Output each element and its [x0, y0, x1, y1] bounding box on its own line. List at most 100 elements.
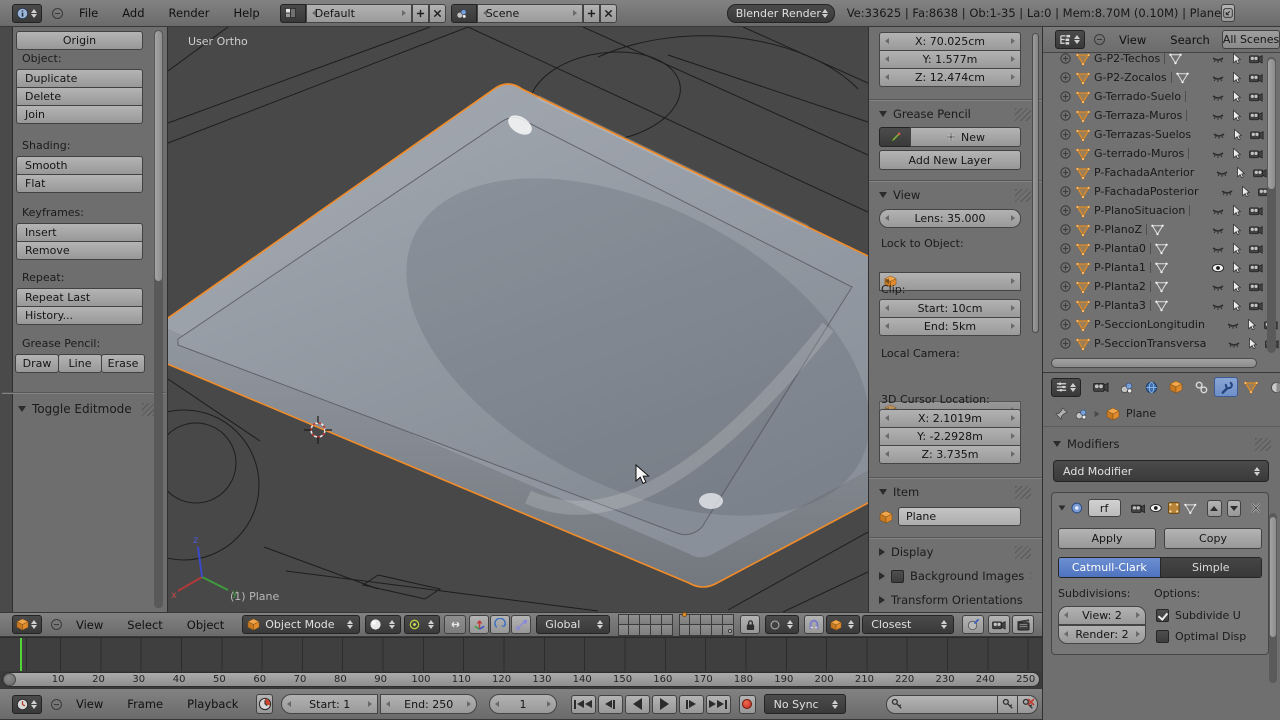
- mode-dropdown[interactable]: Object Mode: [242, 615, 361, 634]
- timeline-track[interactable]: [0, 637, 1042, 671]
- visibility-eye-closed-icon[interactable]: [1211, 299, 1225, 313]
- panel-grip[interactable]: [1015, 545, 1031, 559]
- frame-start-field[interactable]: Start: 1: [281, 694, 379, 714]
- menu-item[interactable]: Playback: [175, 697, 250, 711]
- modifier-cage-toggle-icon[interactable]: [1184, 502, 1197, 515]
- collapse-menus-toggle[interactable]: [51, 619, 62, 630]
- delete-keyframe-button[interactable]: [1017, 694, 1038, 714]
- outliner-row[interactable]: G-Terrado-Suelo: [1043, 87, 1267, 106]
- visibility-eye-closed-icon[interactable]: [1215, 166, 1229, 180]
- tool-button[interactable]: Insert: [16, 223, 143, 242]
- catmull-clark-option[interactable]: Catmull-Clark: [1059, 558, 1160, 577]
- collapse-menus-toggle[interactable]: [52, 7, 63, 19]
- origin-button[interactable]: Origin: [16, 31, 143, 50]
- delete-scene-button[interactable]: [599, 3, 617, 23]
- expand-icon[interactable]: [1059, 147, 1072, 160]
- subdivide-uvs-checkbox[interactable]: [1156, 609, 1169, 622]
- object-name[interactable]: G-P2-Zocalos: [1094, 71, 1167, 84]
- cursor-field[interactable]: X: 2.1019m: [879, 409, 1021, 428]
- menu-item[interactable]: Help: [221, 6, 271, 20]
- menu-item[interactable]: Render: [157, 6, 222, 20]
- panel-grip[interactable]: [1015, 107, 1031, 121]
- expand-icon[interactable]: [1059, 261, 1072, 274]
- selectability-arrow-icon[interactable]: [1231, 299, 1243, 312]
- selectability-arrow-icon[interactable]: [1231, 71, 1243, 84]
- tab-material[interactable]: [1264, 377, 1280, 397]
- selectability-arrow-icon[interactable]: [1231, 109, 1243, 122]
- scene-icon-button[interactable]: [450, 3, 477, 23]
- transform-field[interactable]: Z: 12.474cm: [879, 68, 1021, 87]
- renderability-camera-icon[interactable]: [1249, 72, 1263, 84]
- selectability-arrow-icon[interactable]: [1231, 242, 1243, 255]
- expand-icon[interactable]: [1059, 242, 1072, 255]
- visibility-eye-closed-icon[interactable]: [1212, 128, 1226, 142]
- frame-end-field[interactable]: End: 250: [380, 694, 478, 714]
- expand-icon[interactable]: [1059, 280, 1072, 293]
- pivot-point-dropdown[interactable]: [404, 615, 441, 634]
- object-name[interactable]: P-PlanoZ: [1094, 223, 1142, 236]
- tool-shelf-scrollbar[interactable]: [154, 30, 163, 608]
- grease-new-button[interactable]: New: [910, 127, 1021, 147]
- translate-manipulator-button[interactable]: [469, 615, 490, 634]
- transform-field[interactable]: X: 70.025cm: [879, 32, 1021, 51]
- optimal-display-checkbox[interactable]: [1156, 630, 1169, 643]
- modifier-editmode-toggle-icon[interactable]: [1167, 501, 1181, 515]
- panel-grip[interactable]: [1030, 569, 1031, 583]
- object-name[interactable]: P-Planta0: [1094, 242, 1146, 255]
- render-subdivisions-field[interactable]: Render: 2: [1058, 625, 1146, 644]
- renderability-camera-icon[interactable]: [1250, 129, 1264, 141]
- sync-mode-dropdown[interactable]: No Sync: [763, 694, 846, 714]
- selectability-arrow-icon[interactable]: [1231, 90, 1243, 103]
- renderability-camera-icon[interactable]: [1249, 262, 1263, 274]
- visibility-eye-closed-icon[interactable]: [1211, 204, 1225, 218]
- outliner-row[interactable]: G-terrado-Muros: [1043, 144, 1267, 163]
- preview-range-toggle[interactable]: [256, 694, 274, 714]
- snap-toggle-button[interactable]: [804, 615, 825, 634]
- properties-vscrollbar[interactable]: [1269, 513, 1277, 683]
- scrollbar-thumb[interactable]: [1268, 59, 1275, 189]
- visibility-eye-closed-icon[interactable]: [1211, 52, 1225, 66]
- screen-name-field[interactable]: Default: [305, 3, 412, 23]
- keying-set-field[interactable]: [886, 694, 998, 714]
- object-name[interactable]: G-P2-Techos: [1094, 52, 1160, 65]
- renderability-camera-icon[interactable]: [1249, 243, 1263, 255]
- tab-object-data[interactable]: [1239, 377, 1263, 397]
- prev-keyframe-button[interactable]: [597, 694, 623, 714]
- selectability-arrow-icon[interactable]: [1235, 166, 1247, 179]
- modifiers-panel-header[interactable]: Modifiers: [1053, 437, 1271, 451]
- plane-object[interactable]: [168, 83, 868, 588]
- insert-keyframe-button[interactable]: [997, 694, 1018, 714]
- tool-button[interactable]: Smooth: [16, 156, 143, 175]
- next-keyframe-button[interactable]: [678, 694, 704, 714]
- renderability-camera-icon[interactable]: [1249, 110, 1263, 122]
- scrollbar-thumb[interactable]: [1270, 517, 1276, 637]
- tool-button[interactable]: Remove: [16, 241, 143, 260]
- object-name[interactable]: P-Planta2: [1094, 280, 1146, 293]
- object-name[interactable]: P-Planta1: [1094, 261, 1146, 274]
- layer-block-2[interactable]: [679, 611, 735, 636]
- grease-pencil-panel-header[interactable]: Grease Pencil: [879, 107, 1031, 121]
- apply-button[interactable]: Apply: [1058, 528, 1156, 549]
- expand-icon[interactable]: [1059, 71, 1072, 84]
- object-name-field[interactable]: Plane: [898, 507, 1021, 526]
- menu-item[interactable]: Frame: [115, 697, 175, 711]
- menu-item[interactable]: Object: [175, 618, 236, 632]
- panel-grip[interactable]: [1255, 437, 1271, 451]
- opengl-render-button[interactable]: [962, 615, 985, 634]
- visibility-eye-closed-icon[interactable]: [1211, 90, 1225, 104]
- visibility-eye-closed-icon[interactable]: [1211, 242, 1225, 256]
- play-reverse-button[interactable]: [624, 694, 650, 714]
- object-name[interactable]: P-SeccionLongitudin: [1094, 318, 1205, 331]
- tool-button[interactable]: Line: [58, 354, 102, 373]
- tab-object[interactable]: [1164, 377, 1188, 397]
- outliner-row[interactable]: P-FachadaPosterior: [1043, 182, 1267, 201]
- tool-button[interactable]: Erase: [101, 354, 145, 373]
- tool-button[interactable]: History...: [16, 306, 143, 325]
- renderability-camera-icon[interactable]: [1253, 167, 1267, 179]
- collapse-menus-toggle[interactable]: [51, 698, 62, 710]
- rotate-manipulator-button[interactable]: [490, 615, 511, 634]
- item-panel-header[interactable]: Item: [879, 485, 1031, 499]
- add-new-layer-button[interactable]: Add New Layer: [879, 150, 1021, 170]
- cursor-field[interactable]: Y: -2.2928m: [879, 427, 1021, 446]
- current-frame-line[interactable]: [20, 638, 22, 671]
